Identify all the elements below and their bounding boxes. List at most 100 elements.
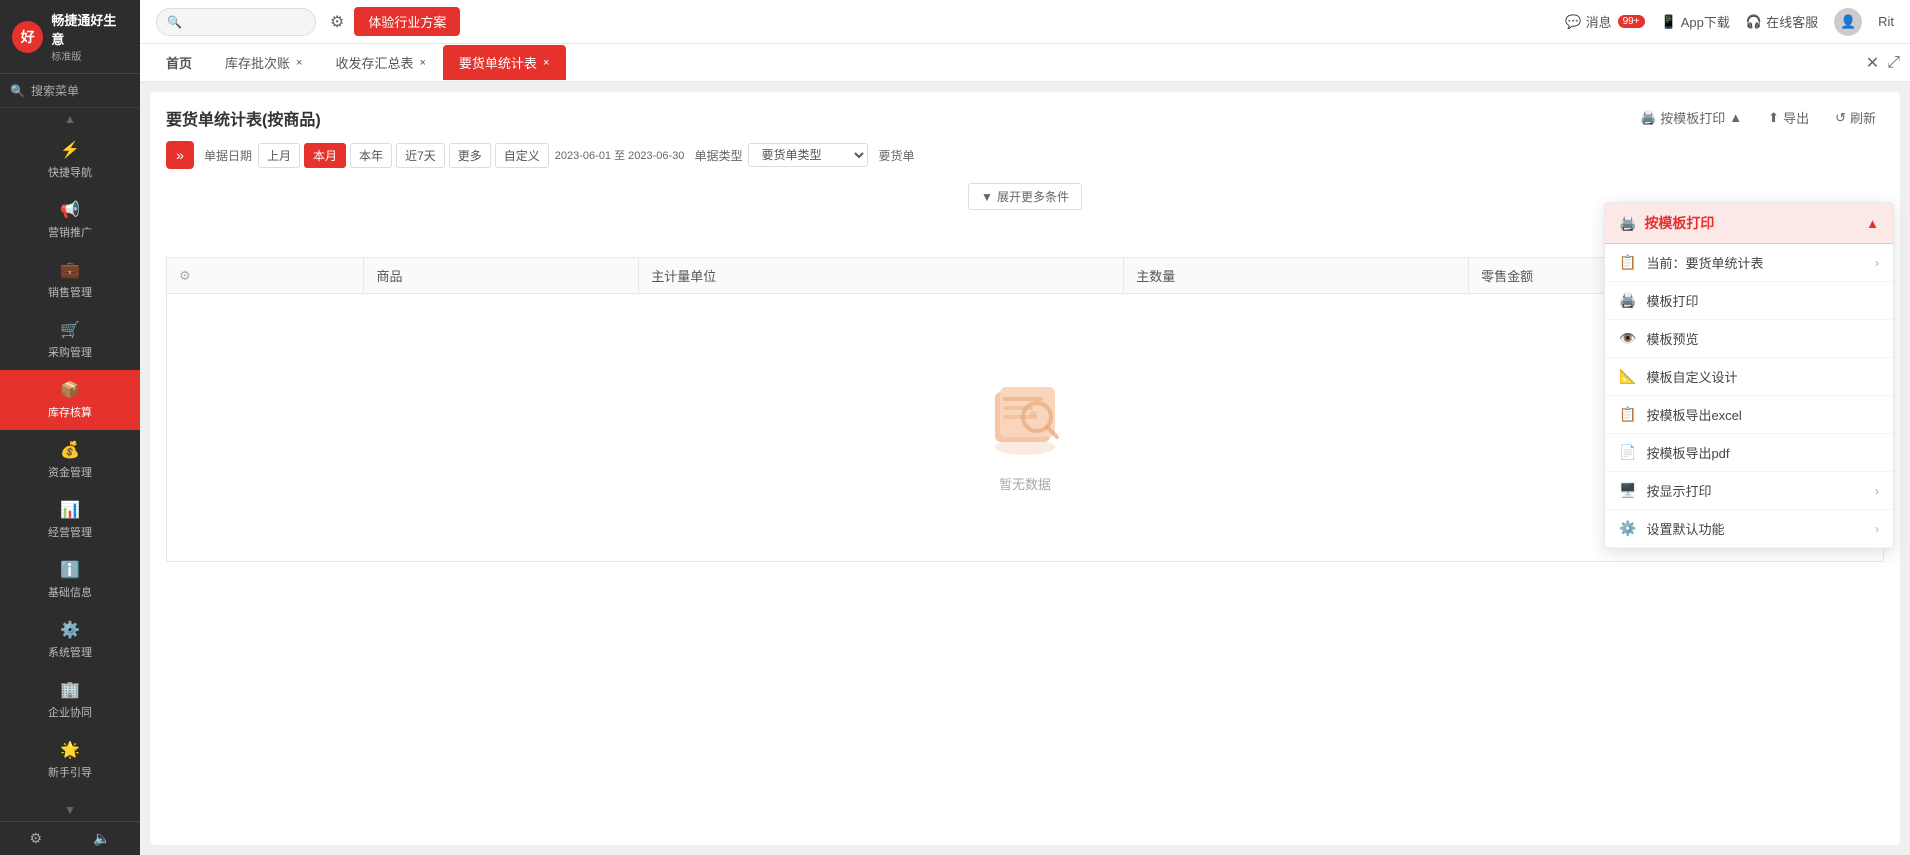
sidebar-item-label: 营销推广	[48, 224, 92, 240]
sidebar-item-label: 企业协同	[48, 704, 92, 720]
maximize-icon[interactable]: ⤢	[1887, 54, 1900, 72]
template-preview-icon: 👁️	[1619, 330, 1636, 347]
inventory-icon: 📦	[60, 380, 80, 400]
template-custom-icon: 📐	[1619, 368, 1636, 385]
tab-receipt-summary-close[interactable]: ×	[419, 57, 425, 69]
date-btn-this-month[interactable]: 本月	[304, 143, 346, 168]
print-chevron-icon: ▲	[1729, 110, 1742, 125]
sidebar-item-basic[interactable]: ℹ️ 基础信息	[0, 550, 140, 610]
date-btn-this-year[interactable]: 本年	[350, 143, 392, 168]
tab-batch-accounts-label: 库存批次账	[225, 53, 290, 72]
app-download-btn[interactable]: 📱 App下载	[1661, 12, 1730, 31]
print-icon: 🖨️	[1640, 110, 1656, 126]
scroll-up-btn[interactable]: ▲	[0, 108, 140, 130]
dropdown-item-template-preview[interactable]: 👁️ 模板预览	[1605, 320, 1893, 358]
audio-icon[interactable]: 🔈	[93, 830, 110, 847]
date-btn-custom[interactable]: 自定义	[495, 143, 549, 168]
date-filter-group: 单据日期 上月 本月 本年 近7天 更多 自定义 2023-06-01 至 20…	[204, 143, 684, 168]
industry-btn[interactable]: 体验行业方案	[354, 7, 460, 36]
quick-nav-icon: ⚡	[60, 140, 80, 160]
date-btn-7days[interactable]: 近7天	[396, 143, 445, 168]
sidebar-item-quick-nav[interactable]: ⚡ 快捷导航	[0, 130, 140, 190]
tab-batch-accounts-close[interactable]: ×	[296, 57, 302, 69]
date-btn-more[interactable]: 更多	[449, 143, 491, 168]
close-all-tabs-icon[interactable]: ✕	[1866, 53, 1879, 73]
dropdown-item-template-custom[interactable]: 📐 模板自定义设计	[1605, 358, 1893, 396]
print-btn[interactable]: 🖨️ 按模板打印 ▲	[1632, 104, 1750, 131]
topbar-right: 💬 消息 99+ 📱 App下载 🎧 在线客服 👤 Rit	[1565, 8, 1894, 36]
tab-batch-accounts[interactable]: 库存批次账 ×	[209, 45, 319, 80]
tab-receipt-summary-label: 收发存汇总表	[335, 53, 413, 72]
sidebar-item-inventory[interactable]: 📦 库存核算	[0, 370, 140, 430]
sidebar-item-apps[interactable]: 📱 应用中心	[0, 790, 140, 799]
app-name: 畅捷通好生意	[51, 10, 128, 48]
refresh-btn[interactable]: ↺ 刷新	[1827, 104, 1884, 131]
sidebar-item-enterprise[interactable]: 🏢 企业协同	[0, 670, 140, 730]
export-btn[interactable]: ⬆ 导出	[1760, 104, 1817, 131]
app-logo: 好 畅捷通好生意 标准版	[0, 0, 140, 74]
sidebar-item-marketing[interactable]: 📢 营销推广	[0, 190, 140, 250]
logo-icon: 好	[12, 21, 43, 53]
messages-badge: 99+	[1618, 15, 1645, 28]
sidebar-item-label: 资金管理	[48, 464, 92, 480]
sidebar-item-label: 系统管理	[48, 644, 92, 660]
dropdown-default-label: 设置默认功能	[1646, 519, 1724, 538]
messages-btn[interactable]: 💬 消息 99+	[1565, 12, 1644, 31]
dropdown-current-template[interactable]: 📋 当前：要货单统计表 ›	[1605, 244, 1893, 282]
dropdown-item-label: 模板预览	[1646, 329, 1698, 348]
date-btn-last-month[interactable]: 上月	[258, 143, 300, 168]
online-service-btn[interactable]: 🎧 在线客服	[1746, 12, 1818, 31]
type-filter-select[interactable]: 要货单类型	[748, 143, 868, 167]
marketing-icon: 📢	[60, 200, 80, 220]
search-bar-icon: 🔍	[167, 15, 182, 29]
gear-icon[interactable]: ⚙	[330, 12, 344, 32]
chevron-up-icon[interactable]: ▲	[1866, 216, 1879, 231]
template-icon: 📋	[1619, 254, 1636, 271]
tab-receipt-summary[interactable]: 收发存汇总表 ×	[319, 45, 442, 80]
phone-icon: 📱	[1661, 14, 1677, 30]
type-filter-group: 单据类型 要货单类型	[694, 143, 868, 167]
sidebar-item-sales[interactable]: 💼 销售管理	[0, 250, 140, 310]
settings-icon[interactable]: ⚙	[30, 830, 43, 847]
empty-text: 暂无数据	[999, 474, 1051, 493]
tab-order-stats-close[interactable]: ×	[543, 57, 549, 69]
goods-filter-label: 要货单	[878, 147, 914, 164]
dropdown-display-print[interactable]: 🖥️ 按显示打印 ›	[1605, 472, 1893, 510]
sidebar-item-label: 快捷导航	[48, 164, 92, 180]
template-print-icon: 🖨️	[1619, 292, 1636, 309]
table-col-unit: 主计量单位	[639, 258, 1124, 294]
tab-order-stats-label: 要货单统计表	[459, 53, 537, 72]
sidebar-item-operations[interactable]: 📊 经营管理	[0, 490, 140, 550]
date-filter-label: 单据日期	[204, 147, 252, 164]
sidebar-item-finance[interactable]: 💰 资金管理	[0, 430, 140, 490]
scroll-down-btn[interactable]: ▼	[0, 799, 140, 821]
dropdown-item-template-excel[interactable]: 📋 按模板导出excel	[1605, 396, 1893, 434]
print-dropdown-panel: 🖨️ 按模板打印 ▲ 📋 当前：要货单统计表 › 🖨️ 模板打印 👁	[1604, 202, 1894, 549]
dropdown-item-label: 模板打印	[1646, 291, 1698, 310]
dropdown-item-template-pdf[interactable]: 📄 按模板导出pdf	[1605, 434, 1893, 472]
expand-more-btn[interactable]: ▼ 展开更多条件	[968, 183, 1082, 210]
search-bar[interactable]: 🔍	[156, 8, 316, 36]
dropdown-default-left: ⚙️ 设置默认功能	[1619, 519, 1724, 538]
table-col-quantity: 主数量	[1124, 258, 1469, 294]
avatar[interactable]: 👤	[1834, 8, 1862, 36]
tab-home[interactable]: 首页	[150, 45, 209, 80]
table-col-settings[interactable]: ⚙	[167, 258, 364, 294]
chevron-right-icon: ›	[1875, 256, 1879, 270]
tab-order-stats[interactable]: 要货单统计表 ×	[443, 45, 566, 80]
sidebar-item-purchase[interactable]: 🛒 采购管理	[0, 310, 140, 370]
page-title: 要货单统计表(按商品)	[166, 106, 321, 130]
app-version: 标准版	[51, 48, 128, 63]
message-icon: 💬	[1565, 14, 1581, 30]
dropdown-item-template-print[interactable]: 🖨️ 模板打印	[1605, 282, 1893, 320]
guide-icon: 🌟	[60, 740, 80, 760]
dropdown-default-func[interactable]: ⚙️ 设置默认功能 ›	[1605, 510, 1893, 548]
export-icon: ⬆	[1768, 110, 1779, 126]
filter-toggle-btn[interactable]: »	[166, 141, 194, 169]
sidebar-item-guide[interactable]: 🌟 新手引导	[0, 730, 140, 790]
table-col-goods: 商品	[364, 258, 639, 294]
search-menu[interactable]: 🔍 搜索菜单	[0, 74, 140, 108]
print-btn-label: 按模板打印	[1660, 108, 1725, 127]
sidebar-item-system[interactable]: ⚙️ 系统管理	[0, 610, 140, 670]
template-excel-icon: 📋	[1619, 406, 1636, 423]
